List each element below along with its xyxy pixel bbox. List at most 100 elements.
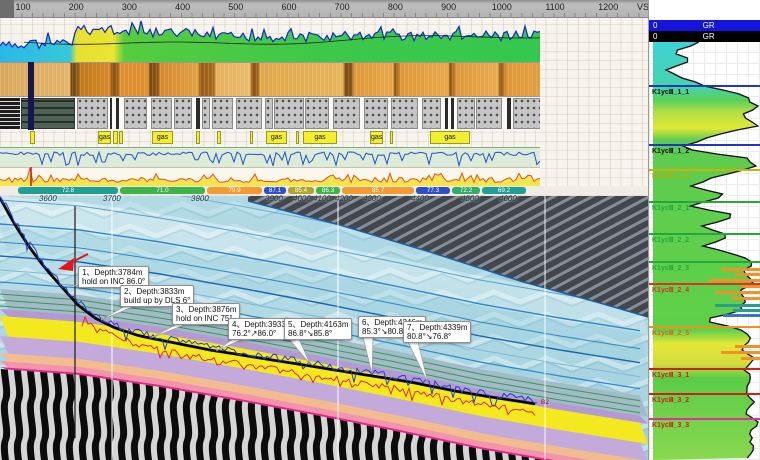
horizon-marker-label: K1ycⅢ_1_3	[652, 172, 689, 180]
lithology-block	[513, 98, 540, 129]
survey-inclination-value: 87.1	[265, 187, 285, 193]
gr-reference-panel[interactable]: 0 GR 0 GR K1ycⅢ_1_1 K1ycⅢ_1_2 K1ycⅢ_1_3 K1y…	[648, 0, 760, 460]
annotation-index: 3、	[176, 305, 188, 314]
survey-segment: 71.0	[120, 187, 205, 194]
annotation-depth: Depth:3833m	[136, 287, 184, 296]
survey-inclination-value: 72.2	[453, 187, 478, 193]
trajectory-annotation[interactable]: 7、Depth:4339m80.8°↘76.8°	[403, 321, 471, 343]
horizon-marker-line[interactable]	[649, 418, 760, 420]
horizon-marker-line[interactable]	[649, 368, 760, 370]
depth-label: 3700	[102, 194, 121, 203]
annotation-index: 2、	[124, 287, 136, 296]
lithology-block	[391, 98, 418, 129]
casing-marker-bar	[28, 62, 34, 130]
ruler-tick-label: 600	[281, 2, 296, 12]
survey-inclination-value: 79.9	[210, 187, 260, 193]
annotation-index: 4、	[232, 320, 244, 329]
depth-label: 4100	[312, 194, 331, 203]
lithology-block	[236, 98, 262, 129]
survey-segment: 85.7	[342, 187, 414, 194]
lithology-block	[174, 98, 193, 129]
horizon-marker-label: K1ycⅢ_2_1	[652, 204, 689, 212]
depth-label: 4000	[292, 194, 311, 203]
ruler-tick-label: 1000	[492, 2, 512, 12]
ruler-tick-label: 500	[228, 2, 243, 12]
horizon-marker-label: K1ycⅢ_3_3	[652, 421, 689, 429]
horizon-marker-line[interactable]	[649, 201, 760, 203]
horizon-marker-label: K1ycⅢ_2_4	[652, 286, 689, 294]
lithology-block	[333, 98, 360, 129]
depth-label: 4500	[460, 194, 479, 203]
horizon-marker-line[interactable]	[649, 326, 760, 328]
ruler-tick-label: 900	[441, 2, 456, 12]
lithology-block	[457, 98, 475, 129]
gas-show-box: gas	[303, 131, 337, 144]
annotation-depth: Depth:4163m	[300, 320, 348, 329]
horizon-marker-line[interactable]	[649, 85, 760, 87]
ruler-tick-label: 100	[15, 2, 30, 12]
horizon-marker-line[interactable]	[649, 283, 760, 285]
horizon-marker-label: K1ycⅢ_1_1	[652, 88, 689, 96]
lithology-block	[124, 98, 147, 129]
depth-label: 3900	[264, 194, 283, 203]
survey-inclination-value: 86.3	[317, 187, 339, 193]
gas-show-box: gas	[370, 131, 383, 144]
lithology-block	[110, 98, 113, 129]
horizon-marker-line[interactable]	[649, 261, 760, 263]
lithology-block	[265, 98, 273, 129]
horizon-marker-label: K1ycⅢ_1_2	[652, 147, 689, 155]
gr-header-secondary: 0 GR	[649, 31, 760, 42]
annotation-line1: 1、Depth:3784m	[82, 268, 145, 277]
depth-label: 4300	[362, 194, 381, 203]
ruler-tick-label: 800	[388, 2, 403, 12]
ruler-corner-block	[0, 0, 14, 18]
upper-log-panel[interactable]: gasgasgasgasgasgas	[0, 18, 648, 196]
annotation-index: 1、	[82, 268, 94, 277]
trajectory-annotation[interactable]: 5、Depth:4163m86.8°↘85.8°	[284, 318, 352, 340]
depth-label: 4200	[334, 194, 353, 203]
lithology-block	[507, 98, 511, 129]
gas-show-box	[250, 131, 253, 144]
gr-min-value: 0	[653, 21, 657, 30]
trajectory-end-label: B2	[541, 399, 549, 406]
annotation-line1: 2、Depth:3833m	[124, 287, 190, 296]
survey-segment: 85.4	[288, 187, 314, 194]
annotation-depth: Depth:3784m	[94, 268, 142, 277]
gas-show-box	[30, 131, 35, 144]
ruler-tick-label: 300	[122, 2, 137, 12]
horizon-marker-line[interactable]	[649, 144, 760, 146]
lithology-column-track	[0, 97, 540, 130]
lithology-block	[151, 98, 171, 129]
lithology-block	[212, 98, 233, 129]
lithology-block	[364, 98, 388, 129]
lithology-color-band-track	[0, 62, 540, 97]
lithology-block	[305, 98, 329, 129]
gas-show-box: gas	[430, 131, 470, 144]
annotation-line1: 7、Depth:4339m	[407, 323, 467, 332]
annotation-detail: 80.8°↘76.8°	[407, 332, 467, 341]
annotation-line1: 5、Depth:4163m	[288, 320, 348, 329]
horizon-marker-line[interactable]	[649, 169, 760, 171]
gas-show-track: gasgasgasgasgasgas	[0, 130, 540, 147]
horizon-marker-label: K1ycⅢ_3_1	[652, 371, 689, 379]
horizon-marker-line[interactable]	[649, 393, 760, 395]
gas-show-box	[113, 131, 118, 144]
annotation-detail: 86.8°↘85.8°	[288, 329, 348, 338]
survey-inclination-value: 69.2	[484, 187, 524, 193]
survey-inclination-value: 72.8	[23, 187, 113, 193]
annotation-depth: Depth:4339m	[419, 323, 467, 332]
lithology-block	[476, 98, 502, 129]
annotation-index: 5、	[288, 320, 300, 329]
gr-min-value: 0	[653, 32, 657, 41]
lithology-block	[202, 98, 210, 129]
depth-label: 4400	[410, 194, 429, 203]
gas-show-box	[217, 131, 221, 144]
survey-segment: 69.2	[482, 187, 526, 194]
lithology-block	[445, 98, 448, 129]
gr-curve-name: GR	[703, 32, 715, 41]
survey-segment: 79.9	[207, 187, 262, 194]
survey-segment: 87.1	[264, 187, 286, 194]
horizon-marker-line[interactable]	[649, 233, 760, 235]
survey-inclination-value: 85.4	[289, 187, 312, 193]
ruler-minor-ticks	[0, 13, 648, 17]
